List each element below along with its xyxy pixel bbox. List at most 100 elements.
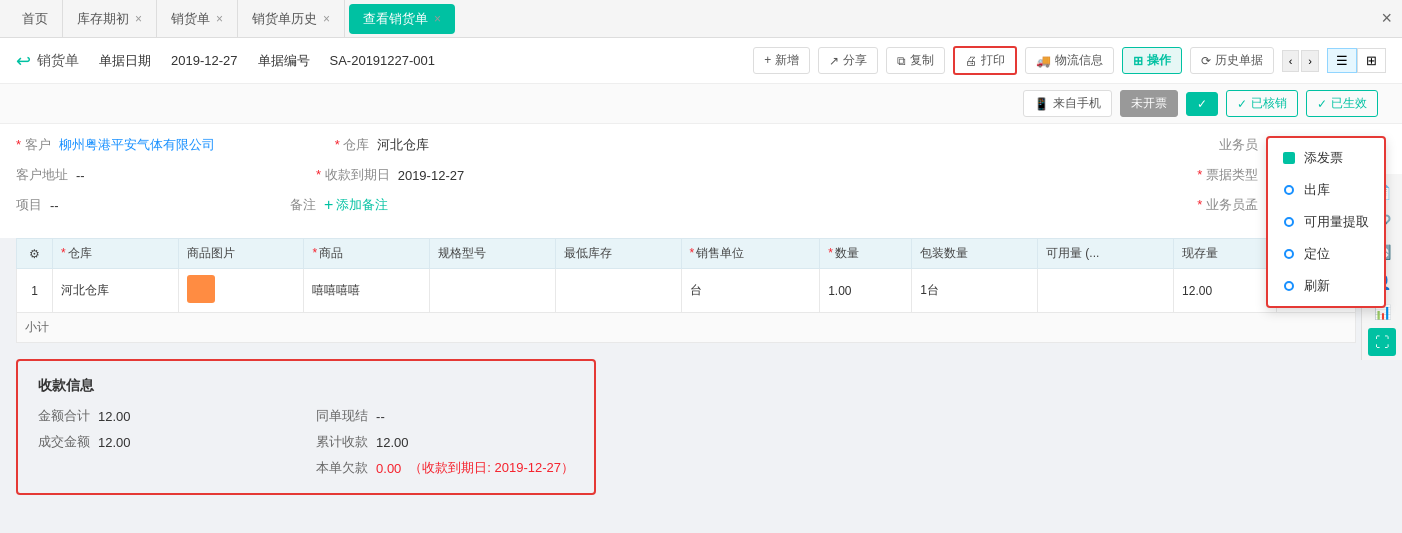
doc-actions: + 新增 ↗ 分享 ⧉ 复制 🖨 打印 🚚 物流信息 ⊞ 操作 (753, 46, 1386, 75)
refresh-icon (1282, 279, 1296, 293)
locate-icon (1282, 247, 1296, 261)
col-spec: 规格型号 (430, 239, 556, 269)
tab-sales-order[interactable]: 销货单 × (157, 0, 238, 38)
row-available (1038, 269, 1174, 313)
outbound-icon (1282, 183, 1296, 197)
from-phone-button[interactable]: 📱 来自手机 (1023, 90, 1112, 117)
table-container: ⚙ *仓库 商品图片 *商品 规格型号 最低库存 *销售单位 *数量 包装数量 … (16, 238, 1356, 343)
product-table: ⚙ *仓库 商品图片 *商品 规格型号 最低库存 *销售单位 *数量 包装数量 … (16, 238, 1356, 343)
row-spec (430, 269, 556, 313)
void-status: ✓ 已核销 (1226, 90, 1298, 117)
transaction-label: 成交金额 (38, 433, 90, 451)
check-icon: ✓ (1237, 97, 1247, 111)
dropdown-add-invoice[interactable]: 添发票 (1268, 142, 1384, 174)
row-index: 1 (17, 269, 53, 313)
new-button[interactable]: + 新增 (753, 47, 809, 74)
staff-label: 业务员 (1219, 136, 1258, 154)
doc-number-value: SA-20191227-001 (330, 53, 436, 68)
customer-label: 客户 (16, 136, 51, 154)
cumulative-value: 12.00 (376, 435, 409, 450)
dropdown-refresh[interactable]: 刷新 (1268, 270, 1384, 302)
tab-sales-order-close[interactable]: × (216, 12, 223, 26)
cumulative-row: 累计收款 12.00 (316, 433, 574, 451)
col-warehouse: *仓库 (53, 239, 179, 269)
print-button[interactable]: 🖨 打印 (953, 46, 1017, 75)
transaction-row: 成交金额 12.00 (38, 433, 296, 451)
product-thumbnail (187, 275, 215, 303)
table-row: 1 河北仓库 嘻嘻嘻嘻 台 1.00 1台 12.00 0. (17, 269, 1356, 313)
confirm-button[interactable]: ✓ (1186, 92, 1218, 116)
not-opened-button[interactable]: 未开票 (1120, 90, 1178, 117)
view-toggle: ☰ ⊞ (1327, 48, 1386, 73)
address-field: 客户地址 -- (16, 166, 196, 184)
nav-arrows: ‹ › (1282, 50, 1319, 72)
project-value: -- (50, 198, 170, 213)
col-unit: *销售单位 (681, 239, 820, 269)
row-image (178, 269, 304, 313)
row-unit: 台 (681, 269, 820, 313)
operations-button[interactable]: ⊞ 操作 (1122, 47, 1182, 74)
add-note-button[interactable]: + 添加备注 (324, 196, 388, 214)
address-value: -- (76, 168, 196, 183)
logistics-button[interactable]: 🚚 物流信息 (1025, 47, 1114, 74)
project-field: 项目 -- (16, 196, 170, 214)
form-row-3: 项目 -- 备注 + 添加备注 业务员孟 -- (16, 196, 1386, 214)
balance-label: 本单欠款 (316, 459, 368, 477)
expand-sidebar-icon: ⛶ (1375, 334, 1389, 350)
customer-field: 客户 柳州粤港平安气体有限公司 (16, 136, 215, 154)
list-view-button[interactable]: ☰ (1327, 48, 1357, 73)
row-product: 嘻嘻嘻嘻 (304, 269, 430, 313)
payment-date-label: 收款到期日 (316, 166, 390, 184)
tab-bar: 首页 库存期初 × 销货单 × 销货单历史 × 查看销货单 × × (0, 0, 1402, 38)
salesperson-label: 业务员孟 (1197, 196, 1258, 214)
balance-note[interactable]: （收款到期日: 2019-12-27） (409, 459, 574, 477)
toolbar-row: 📱 来自手机 未开票 ✓ ✓ 已核销 ✓ 已生效 添发票 (0, 84, 1402, 124)
add-invoice-icon (1282, 151, 1296, 165)
col-quantity: *数量 (820, 239, 912, 269)
tab-sales-history-close[interactable]: × (323, 12, 330, 26)
form-row-2: 客户地址 -- 收款到期日 2019-12-27 票据类型 不开票 (16, 166, 1386, 184)
tab-home[interactable]: 首页 (8, 0, 63, 38)
col-available: 可用量 (... (1038, 239, 1174, 269)
subtotal-label: 小计 (17, 313, 1356, 343)
note-label: 备注 (290, 196, 316, 214)
doc-date-value: 2019-12-27 (171, 53, 238, 68)
invoice-label: 票据类型 (1197, 166, 1258, 184)
tab-view-sales[interactable]: 查看销货单 × (349, 4, 455, 34)
project-label: 项目 (16, 196, 42, 214)
grid-view-button[interactable]: ⊞ (1357, 48, 1386, 73)
warehouse-field: 仓库 河北仓库 (335, 136, 498, 154)
payment-date-value: 2019-12-27 (398, 168, 518, 183)
customer-value[interactable]: 柳州粤港平安气体有限公司 (59, 136, 215, 154)
dropdown-outbound[interactable]: 出库 (1268, 174, 1384, 206)
tab-inventory-init[interactable]: 库存期初 × (63, 0, 157, 38)
copy-button[interactable]: ⧉ 复制 (886, 47, 945, 74)
col-package-qty: 包装数量 (912, 239, 1038, 269)
note-field: 备注 + 添加备注 (290, 196, 388, 214)
sidebar-expand-icon[interactable]: ⛶ (1368, 328, 1396, 356)
balance-value: 0.00 (376, 461, 401, 476)
dropdown-locate[interactable]: 定位 (1268, 238, 1384, 270)
history-button[interactable]: ⟳ 历史单据 (1190, 47, 1274, 74)
payment-section: 收款信息 金额合计 12.00 同单现结 -- 成交金额 12.00 累计收款 … (0, 343, 1402, 511)
doc-type-label: 销货单 (37, 52, 79, 70)
col-settings[interactable]: ⚙ (17, 239, 53, 269)
truck-icon: 🚚 (1036, 54, 1051, 68)
dropdown-available-qty[interactable]: 可用量提取 (1268, 206, 1384, 238)
share-button[interactable]: ↗ 分享 (818, 47, 878, 74)
payment-grid: 金额合计 12.00 同单现结 -- 成交金额 12.00 累计收款 12.00 (38, 407, 574, 477)
same-order-row: 同单现结 -- (316, 407, 574, 425)
next-button[interactable]: › (1301, 50, 1319, 72)
same-order-label: 同单现结 (316, 407, 368, 425)
document-header: ↩ 销货单 单据日期 2019-12-27 单据编号 SA-20191227-0… (0, 38, 1402, 84)
tab-view-sales-close[interactable]: × (434, 12, 441, 26)
tab-bar-close-button[interactable]: × (1381, 8, 1392, 29)
tab-sales-history[interactable]: 销货单历史 × (238, 0, 345, 38)
subtotal-row: 小计 (17, 313, 1356, 343)
prev-button[interactable]: ‹ (1282, 50, 1300, 72)
cumulative-label: 累计收款 (316, 433, 368, 451)
total-amount-label: 金额合计 (38, 407, 90, 425)
payment-date-field: 收款到期日 2019-12-27 (316, 166, 518, 184)
transaction-value: 12.00 (98, 435, 131, 450)
tab-inventory-init-close[interactable]: × (135, 12, 142, 26)
